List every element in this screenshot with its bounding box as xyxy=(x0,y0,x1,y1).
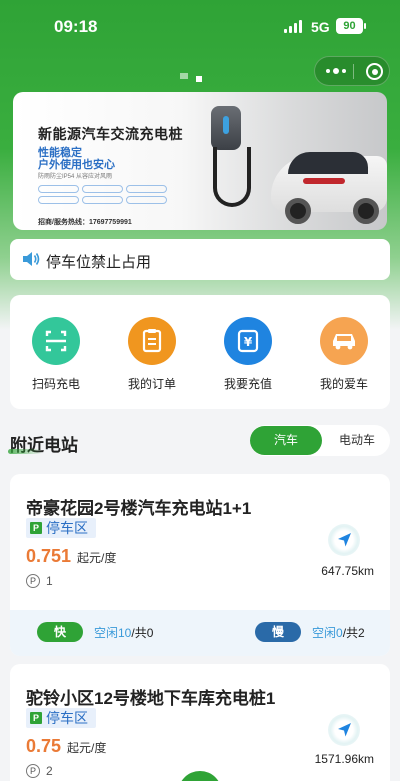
banner-title: 新能源汽车交流充电桩 xyxy=(38,126,183,142)
parking-spots: P 1 xyxy=(26,574,53,588)
feature-tag xyxy=(82,196,123,204)
station-card[interactable]: 帝豪花园2号楼汽车充电站1+1 P 停车区 0.751 起元/度 P 1 647… xyxy=(10,474,390,656)
capsule-divider xyxy=(353,64,354,79)
quick-action-label: 扫码充电 xyxy=(31,377,80,391)
svg-text:¥: ¥ xyxy=(244,335,253,349)
parking-icon: P xyxy=(30,712,42,724)
station-name: 帝豪花园2号楼汽车充电站1+1 xyxy=(26,499,252,518)
notice-bar[interactable]: 停车位禁止占用 xyxy=(10,239,390,280)
charger-illustration xyxy=(211,106,241,150)
navigation-arrow-icon xyxy=(338,723,351,737)
more-icon[interactable] xyxy=(325,65,347,77)
promo-banner[interactable]: 新能源汽车交流充电桩 性能稳定 户外使用也安心 防雨防尘IP54 从容应对风雨 … xyxy=(13,92,387,230)
parking-label: 停车区 xyxy=(46,710,88,726)
navigation-arrow-icon xyxy=(338,533,351,547)
price-value: 0.75 xyxy=(26,736,62,756)
vehicle-type-switch: 汽车 电动车 xyxy=(250,425,390,456)
car-icon xyxy=(320,317,368,365)
signal-icon xyxy=(284,20,304,33)
status-time: 09:18 xyxy=(54,17,98,36)
tab-ebike[interactable]: 电动车 xyxy=(322,428,392,453)
price-unit: 起元/度 xyxy=(77,551,117,565)
quick-action-label: 我的爱车 xyxy=(319,377,368,391)
parking-circle-icon: P xyxy=(26,574,40,588)
fast-charge-status: 空闲10/共0 xyxy=(94,624,153,641)
parking-label: 停车区 xyxy=(46,520,88,536)
close-target-icon[interactable] xyxy=(366,63,383,80)
cable-illustration xyxy=(213,147,251,207)
banner-note: 防雨防尘IP54 从容应对风雨 xyxy=(38,174,113,180)
miniprogram-capsule xyxy=(314,56,390,86)
feature-tag xyxy=(126,185,167,193)
nearby-stations-title: 附近电站 xyxy=(8,431,78,456)
car-window xyxy=(288,152,368,174)
price-value: 0.751 xyxy=(26,546,72,566)
parking-spots-count: 2 xyxy=(46,764,53,778)
car-taillight xyxy=(303,178,345,184)
tab-car[interactable]: 汽车 xyxy=(250,426,322,455)
quick-action-label: 我的订单 xyxy=(127,377,176,391)
network-type: 5G xyxy=(311,19,330,35)
parking-spots-count: 1 xyxy=(46,574,53,588)
feature-tag xyxy=(82,185,123,193)
scan-icon xyxy=(32,317,80,365)
feature-tag xyxy=(38,185,79,193)
slow-idle: 空闲0 xyxy=(312,626,343,640)
price-unit: 起元/度 xyxy=(67,741,107,755)
quick-actions-panel: 扫码充电 我的订单 ¥ 我要充值 我的爱车 xyxy=(10,295,390,409)
fast-idle: 空闲10 xyxy=(94,626,132,640)
indicator-dot-active xyxy=(196,76,202,82)
battery-icon: 90 xyxy=(336,18,366,34)
car-wheel xyxy=(353,198,379,224)
charger-availability: 快 空闲10/共0 慢 空闲0/共2 xyxy=(10,610,390,656)
quick-action-recharge[interactable]: ¥ 我要充值 xyxy=(205,317,291,392)
slow-total: /共2 xyxy=(342,626,365,640)
recharge-icon: ¥ xyxy=(224,317,272,365)
banner-feature-tags xyxy=(38,185,178,204)
station-distance: 647.75km xyxy=(321,564,374,578)
feature-tag xyxy=(38,196,79,204)
parking-circle-icon: P xyxy=(26,764,40,778)
parking-tag: P 停车区 xyxy=(26,518,96,538)
fast-total: /共0 xyxy=(131,626,154,640)
quick-action-label: 我要充值 xyxy=(223,377,272,391)
car-wheel xyxy=(285,198,311,224)
feature-tag xyxy=(126,196,167,204)
notice-text: 停车位禁止占用 xyxy=(46,254,152,271)
station-card[interactable]: 驼铃小区12号楼地下车库充电桩1 P 停车区 0.75 起元/度 P 2 157… xyxy=(10,664,390,781)
indicator-dot xyxy=(180,73,188,79)
navigate-button[interactable] xyxy=(328,714,360,746)
station-name: 驼铃小区12号楼地下车库充电桩1 xyxy=(26,689,276,708)
quick-action-scan[interactable]: 扫码充电 xyxy=(13,317,99,392)
quick-action-my-car[interactable]: 我的爱车 xyxy=(301,317,387,392)
status-bar: 09:18 5G 90 xyxy=(0,0,400,50)
navigate-button[interactable] xyxy=(328,524,360,556)
station-price: 0.751 起元/度 xyxy=(26,546,116,567)
parking-tag: P 停车区 xyxy=(26,708,96,728)
banner-indicator xyxy=(180,70,202,82)
station-price: 0.75 起元/度 xyxy=(26,736,106,757)
parking-spots: P 2 xyxy=(26,764,53,778)
quick-action-orders[interactable]: 我的订单 xyxy=(109,317,195,392)
banner-subtitle-2: 户外使用也安心 xyxy=(38,159,115,171)
fast-charge-badge: 快 xyxy=(37,622,83,642)
banner-hotline: 招商/服务热线：17697759991 xyxy=(38,219,132,226)
speaker-icon xyxy=(23,252,40,266)
station-distance: 1571.96km xyxy=(314,752,374,766)
slow-charge-status: 空闲0/共2 xyxy=(312,624,365,641)
parking-icon: P xyxy=(30,522,42,534)
order-icon xyxy=(128,317,176,365)
slow-charge-badge: 慢 xyxy=(255,622,301,642)
